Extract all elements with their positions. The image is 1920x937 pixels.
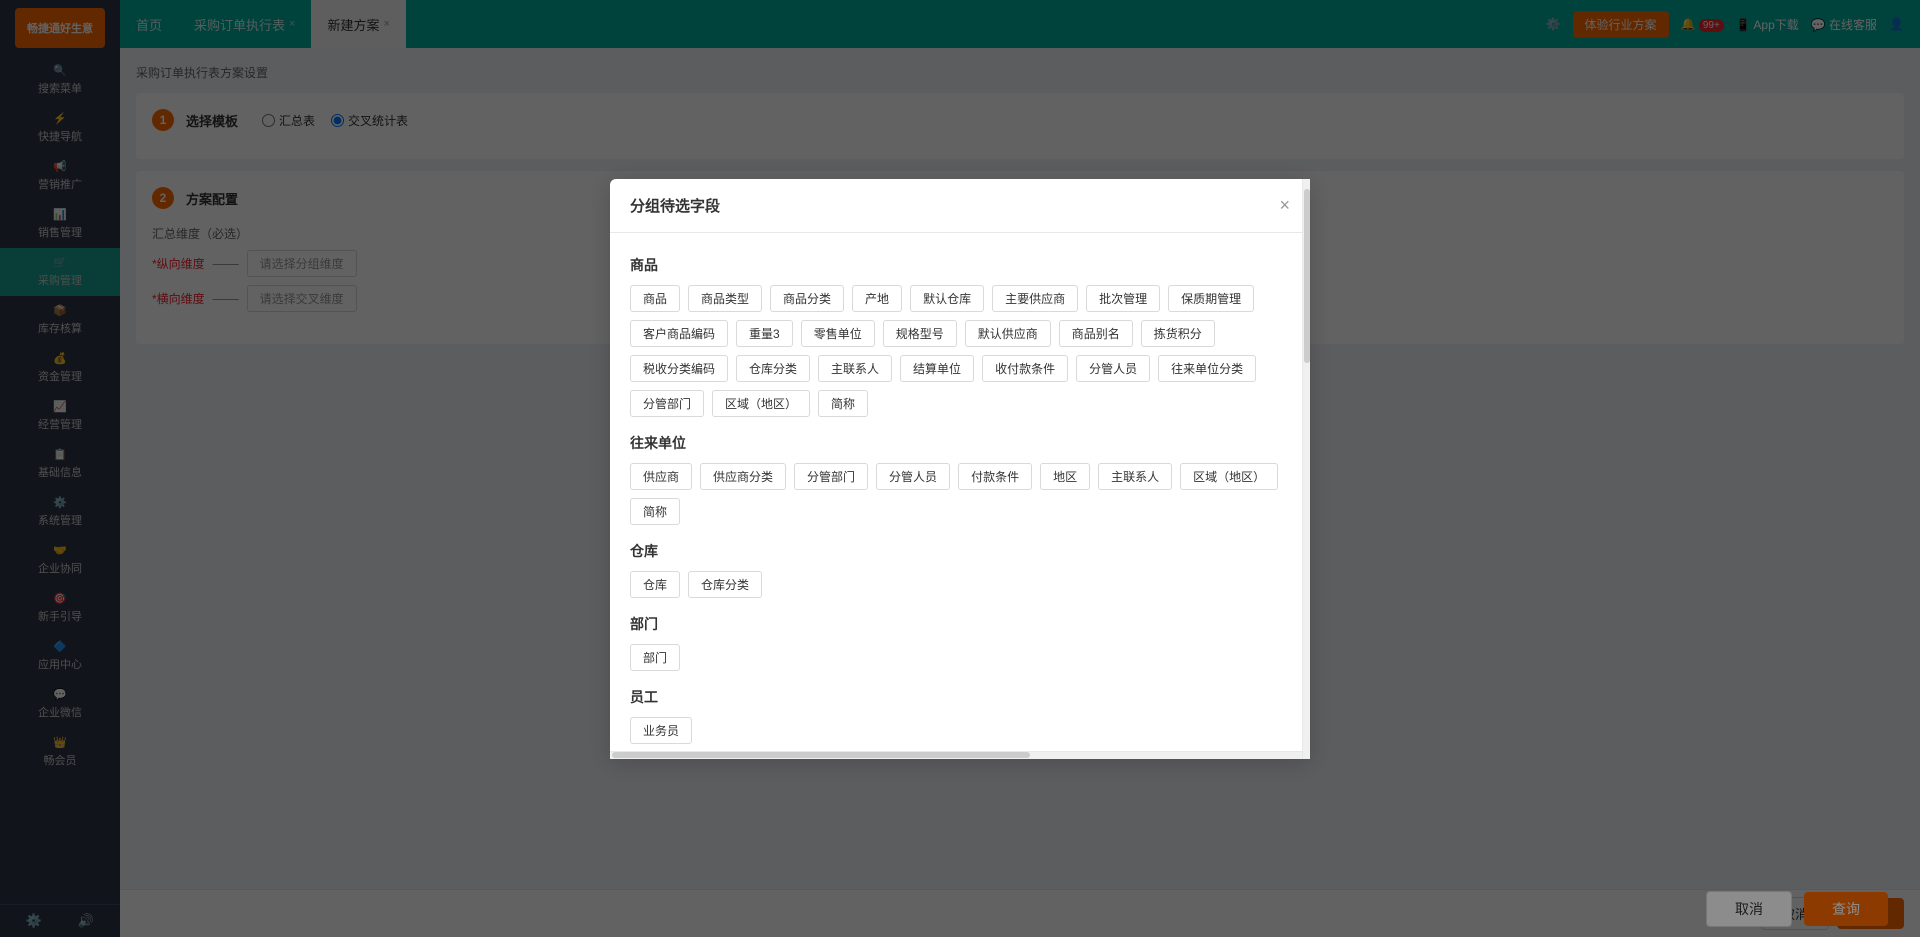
modal-close-button[interactable]: × [1279,195,1290,216]
section-title-往来单位: 往来单位 [630,433,1290,453]
field-chip[interactable]: 供应商分类 [700,463,786,490]
section-title-员工: 员工 [630,687,1290,707]
field-chip[interactable]: 默认供应商 [965,320,1051,347]
field-chip[interactable]: 简称 [818,390,868,417]
modal-title: 分组待选字段 [630,195,720,216]
field-chip[interactable]: 供应商 [630,463,692,490]
field-chip[interactable]: 分管部门 [630,390,704,417]
field-chips-往来单位: 供应商供应商分类分管部门分管人员付款条件地区主联系人区域（地区） 简称 [630,463,1290,525]
field-chip[interactable]: 收付款条件 [982,355,1068,382]
field-chip[interactable]: 主联系人 [1098,463,1172,490]
field-chip[interactable]: 业务员 [630,717,692,744]
field-chip[interactable]: 付款条件 [958,463,1032,490]
modal-body: 商品商品商品类型商品分类产地默认仓库主要供应商批次管理保质期管理客户商品编码重量… [610,233,1310,751]
field-chip[interactable]: 规格型号 [883,320,957,347]
field-chip[interactable]: 分管人员 [1076,355,1150,382]
field-chip[interactable]: 商品 [630,285,680,312]
modal-header: 分组待选字段 × [610,179,1310,233]
field-chip[interactable]: 客户商品编码 [630,320,728,347]
field-chip[interactable]: 分管人员 [876,463,950,490]
field-chip[interactable]: 仓库分类 [736,355,810,382]
section-title-仓库: 仓库 [630,541,1290,561]
field-chip[interactable]: 仓库 [630,571,680,598]
field-chips-商品: 商品商品类型商品分类产地默认仓库主要供应商批次管理保质期管理客户商品编码重量3 零… [630,285,1290,417]
field-chip[interactable]: 产地 [852,285,902,312]
field-chip[interactable]: 拣货积分 [1141,320,1215,347]
modal-overlay: 分组待选字段 × 商品商品商品类型商品分类产地默认仓库主要供应商批次管理保质期管… [0,0,1920,937]
field-chip[interactable]: 保质期管理 [1168,285,1254,312]
field-chip[interactable]: 重量3 [736,320,793,347]
field-chip[interactable]: 往来单位分类 [1158,355,1256,382]
field-chip[interactable]: 部门 [630,644,680,671]
field-chips-员工: 业务员 [630,717,1290,744]
field-chip[interactable]: 主联系人 [818,355,892,382]
field-chip[interactable]: 商品分类 [770,285,844,312]
field-chip[interactable]: 区域（地区） [712,390,810,417]
field-chip[interactable]: 税收分类编码 [630,355,728,382]
field-chips-部门: 部门 [630,644,1290,671]
field-chip[interactable]: 结算单位 [900,355,974,382]
field-chip[interactable]: 区域（地区） [1180,463,1278,490]
field-chip[interactable]: 分管部门 [794,463,868,490]
field-chip[interactable]: 地区 [1040,463,1090,490]
field-chip[interactable]: 批次管理 [1086,285,1160,312]
section-title-部门: 部门 [630,614,1290,634]
field-chip[interactable]: 仓库分类 [688,571,762,598]
field-chips-仓库: 仓库仓库分类 [630,571,1290,598]
modal-horizontal-scrollbar[interactable] [610,751,1310,759]
field-chip[interactable]: 商品别名 [1059,320,1133,347]
field-chip[interactable]: 零售单位 [801,320,875,347]
modal-vertical-scrollbar[interactable] [1302,179,1310,759]
field-select-modal: 分组待选字段 × 商品商品商品类型商品分类产地默认仓库主要供应商批次管理保质期管… [610,179,1310,759]
field-chip[interactable]: 默认仓库 [910,285,984,312]
field-chip[interactable]: 主要供应商 [992,285,1078,312]
section-title-商品: 商品 [630,255,1290,275]
field-chip[interactable]: 简称 [630,498,680,525]
field-chip[interactable]: 商品类型 [688,285,762,312]
